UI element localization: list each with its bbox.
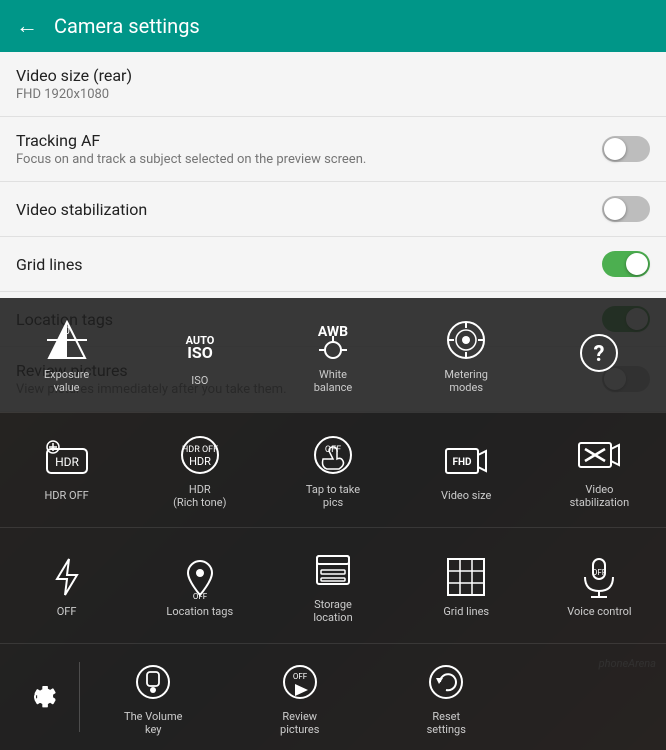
settings-title-tracking-af: Tracking AF [16, 131, 602, 150]
grid-icon [442, 553, 490, 601]
quick-item-help[interactable]: ? [533, 306, 666, 404]
quick-item-storage-location[interactable]: Storagelocation [266, 536, 399, 634]
quick-item-video-stabilization[interactable]: Videostabilization [533, 421, 666, 519]
bottom-grid: The Volumekey OFF Reviewpictures [80, 648, 666, 746]
quick-item-hdr-small[interactable]: HDR HDR OFF [0, 421, 133, 519]
reset-icon [422, 658, 470, 706]
video-size-label: Video size [441, 489, 491, 502]
help-icon: ? [575, 329, 623, 377]
quick-item-reset-settings[interactable]: Resetsettings [373, 648, 520, 746]
settings-row-grid-lines[interactable]: Grid lines [0, 237, 666, 292]
location-tags-q-label: Location tags [166, 605, 233, 618]
storage-icon [309, 546, 357, 594]
settings-title-grid-lines: Grid lines [16, 255, 602, 274]
toggle-knob-grid-lines [626, 253, 648, 275]
flash-label: OFF [57, 605, 77, 618]
hdr-small-icon: HDR [43, 437, 91, 485]
review-pictures-q-label: Reviewpictures [280, 710, 319, 736]
quick-item-volume-key[interactable]: The Volumekey [80, 648, 227, 746]
volume-key-icon [129, 658, 177, 706]
quick-item-grid-lines[interactable]: Grid lines [400, 536, 533, 634]
svg-text:?: ? [594, 342, 605, 367]
svg-text:HDR: HDR [189, 455, 211, 468]
quick-settings-overlay: 0 Exposurevalue AUTO ISO ISO AWB [0, 298, 666, 750]
header-title: Camera settings [54, 14, 200, 38]
tap-to-take-label: Tap to takepics [306, 483, 360, 509]
toggle-knob-tracking-af [604, 138, 626, 160]
toggle-tracking-af[interactable] [602, 136, 650, 162]
svg-text:OFF: OFF [592, 568, 607, 577]
svg-text:FHD: FHD [453, 457, 473, 468]
settings-row-content-video-stabilization: Video stabilization [16, 200, 602, 219]
flash-icon [43, 553, 91, 601]
header: ← Camera settings [0, 0, 666, 52]
storage-label: Storagelocation [313, 598, 352, 624]
settings-title-video-stabilization: Video stabilization [16, 200, 602, 219]
video-stabilization-q-label: Videostabilization [570, 483, 630, 509]
hdr-small-label: HDR OFF [44, 489, 88, 502]
voice-icon: OFF [575, 553, 623, 601]
quick-item-video-size[interactable]: FHD Video size [400, 421, 533, 519]
gear-button[interactable] [0, 662, 80, 732]
iso-icon: AUTO ISO [176, 322, 224, 370]
quick-settings-row-2: HDR HDR OFF HDR OFF HDR HDR(Rich tone) [0, 412, 666, 527]
grid-lines-q-label: Grid lines [443, 605, 489, 618]
exposure-icon: 0 [43, 316, 91, 364]
quick-item-tap-to-take[interactable]: OFF Tap to takepics [266, 421, 399, 519]
settings-subtitle-video-size-rear: FHD 1920x1080 [16, 87, 650, 102]
volume-key-label: The Volumekey [124, 710, 182, 736]
quick-item-hdr-rich[interactable]: HDR OFF HDR HDR(Rich tone) [133, 421, 266, 519]
quick-settings-row-1: 0 Exposurevalue AUTO ISO ISO AWB [0, 298, 666, 412]
back-button[interactable]: ← [16, 13, 38, 39]
quick-item-flash[interactable]: OFF [0, 536, 133, 634]
wb-label: Whitebalance [314, 368, 352, 394]
settings-title-video-size-rear: Video size (rear) [16, 66, 650, 85]
hdr-rich-label: HDR(Rich tone) [173, 483, 226, 509]
metering-icon [442, 316, 490, 364]
svg-text:0: 0 [64, 326, 70, 337]
svg-text:OFF: OFF [293, 672, 308, 681]
settings-row-content-grid-lines: Grid lines [16, 255, 602, 274]
quick-settings-bottom: The Volumekey OFF Reviewpictures [0, 643, 666, 750]
video-stabilization-icon [575, 431, 623, 479]
quick-item-voice-control[interactable]: OFF Voice control [533, 536, 666, 634]
metering-label: Meteringmodes [444, 368, 488, 394]
hdr-rich-icon: HDR OFF HDR [176, 431, 224, 479]
settings-row-content-video-size-rear: Video size (rear) FHD 1920x1080 [16, 66, 650, 102]
settings-subtitle-tracking-af: Focus on and track a subject selected on… [16, 152, 602, 167]
svg-text:ISO: ISO [187, 343, 213, 362]
tap-icon: OFF [309, 431, 357, 479]
settings-row-tracking-af[interactable]: Tracking AF Focus on and track a subject … [0, 117, 666, 182]
svg-text:HDR OFF: HDR OFF [182, 445, 218, 455]
location-icon: OFF [176, 553, 224, 601]
quick-item-white-balance[interactable]: AWB Whitebalance [266, 306, 399, 404]
svg-text:HDR: HDR [55, 455, 79, 469]
quick-item-iso[interactable]: AUTO ISO ISO [133, 306, 266, 404]
svg-text:OFF: OFF [193, 592, 208, 599]
toggle-knob-video-stabilization [604, 198, 626, 220]
quick-item-metering[interactable]: Meteringmodes [400, 306, 533, 404]
settings-row-content-tracking-af: Tracking AF Focus on and track a subject … [16, 131, 602, 167]
exposure-label: Exposurevalue [44, 368, 89, 394]
quick-item-empty [520, 648, 666, 746]
iso-label: ISO [191, 374, 208, 387]
quick-item-location-tags[interactable]: OFF Location tags [133, 536, 266, 634]
toggle-video-stabilization[interactable] [602, 196, 650, 222]
settings-row-video-size-rear: Video size (rear) FHD 1920x1080 [0, 52, 666, 117]
toggle-grid-lines[interactable] [602, 251, 650, 277]
video-size-icon: FHD [442, 437, 490, 485]
voice-control-label: Voice control [567, 605, 631, 618]
quick-item-review-pictures[interactable]: OFF Reviewpictures [227, 648, 374, 746]
settings-row-video-stabilization[interactable]: Video stabilization [0, 182, 666, 237]
review-pictures-icon: OFF [276, 658, 324, 706]
reset-settings-label: Resetsettings [427, 710, 466, 736]
quick-settings-row-3: OFF OFF Location tags [0, 527, 666, 642]
wb-icon: AWB [309, 316, 357, 364]
quick-item-exposure-value[interactable]: 0 Exposurevalue [0, 306, 133, 404]
